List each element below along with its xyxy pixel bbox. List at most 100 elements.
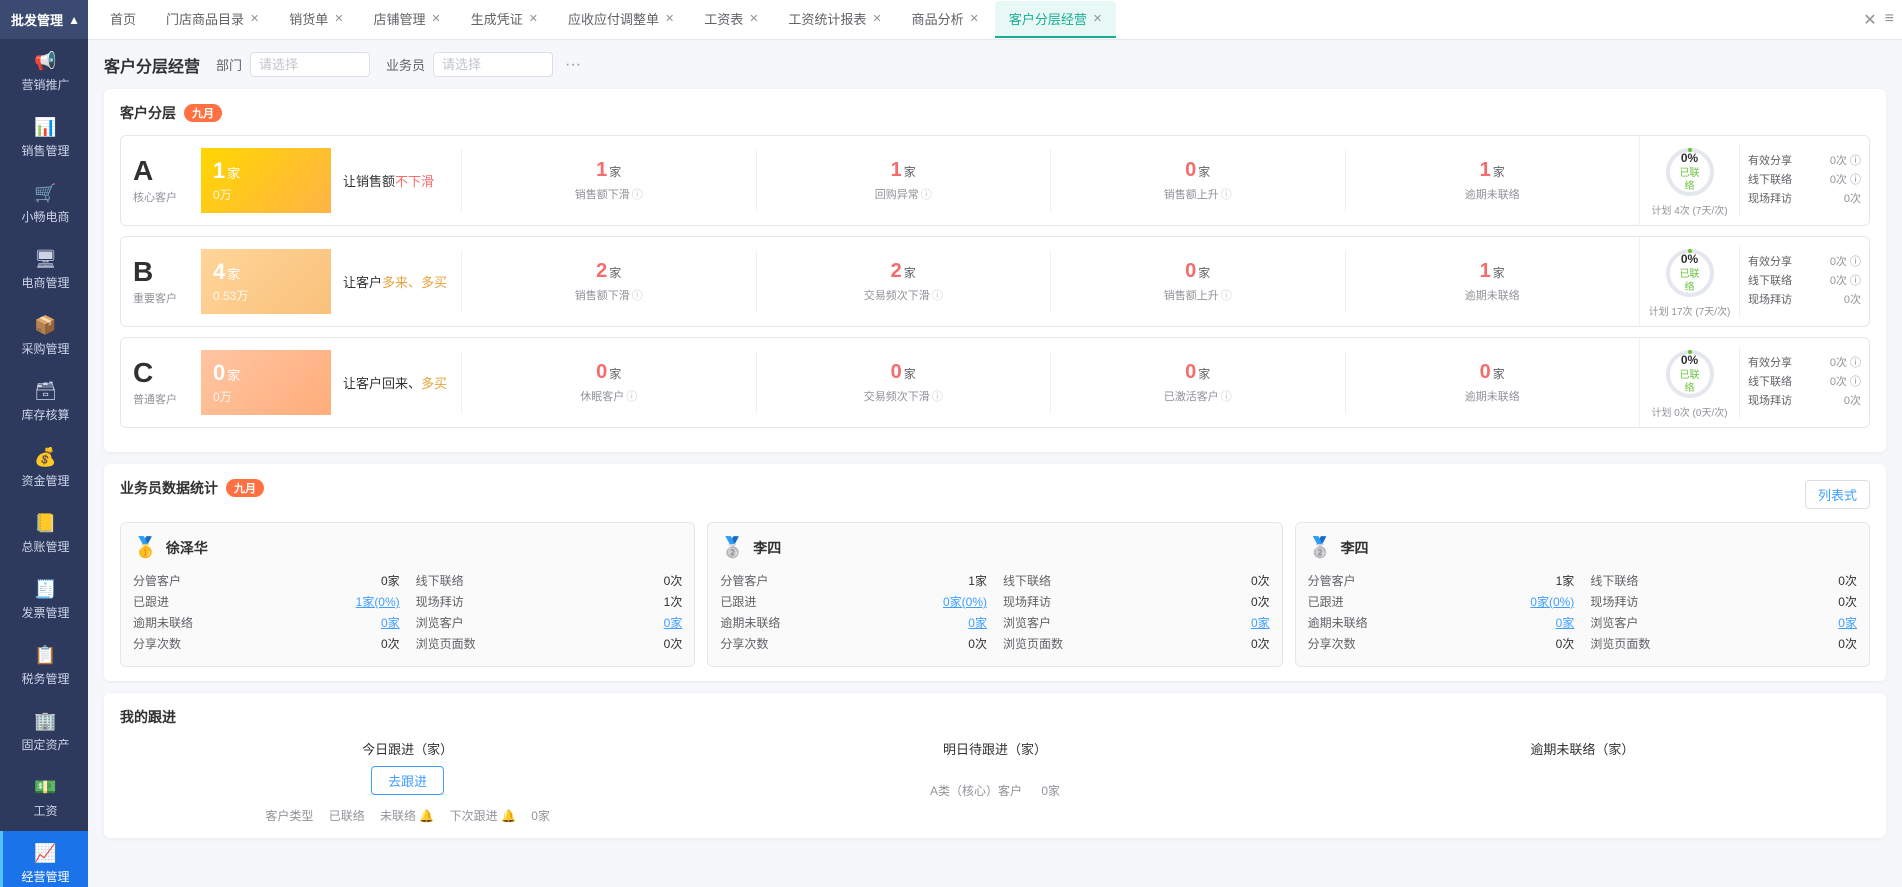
purchase-icon: 📦 [7, 315, 84, 336]
tier-c-stats: 0家 休眠客户 ⓘ 0家 交易频次下滑 ⓘ 0家 已激活客户 ⓘ 0家 逾期未联… [461, 351, 1639, 414]
tier-c-stat-0: 0家 休眠客户 ⓘ [461, 351, 756, 414]
tier-a-row: A 核心客户 1家 0万 让销售额不下滑 1家 销售额下滑 ⓘ 1家 [120, 135, 1870, 226]
tier-c-stat-1: 0家 交易频次下滑 ⓘ [756, 351, 1051, 414]
tab-product-analysis[interactable]: 商品分析 ✕ [898, 1, 993, 38]
sidebar-item-fixed-assets[interactable]: 🏢固定资产 [0, 699, 88, 765]
tab-ar-ap[interactable]: 应收应付调整单 ✕ [554, 1, 688, 38]
page-header: 客户分层经营 部门 请选择 业务员 请选择 ··· [104, 52, 1886, 77]
tier-c-suggestion: 让客户回来、多买 [331, 363, 461, 402]
more-options-button[interactable]: ··· [561, 56, 585, 74]
tier-c-count-block: 0家 0万 [201, 350, 331, 415]
sidebar-item-purchase[interactable]: 📦采购管理 [0, 303, 88, 369]
tab-close-ar-ap[interactable]: ✕ [665, 12, 674, 25]
tab-close-payroll-report[interactable]: ✕ [872, 12, 881, 25]
sidebar-item-marketing[interactable]: 📢营销推广 [0, 39, 88, 105]
page-content: 客户分层经营 部门 请选择 业务员 请选择 ··· 客户分层 九月 [88, 40, 1902, 887]
tier-b-stat-0: 2家 销售额下滑 ⓘ [461, 250, 756, 313]
biz-stats-section: 业务员数据统计 九月 列表式 🥇 徐泽华 分管客户0家 已跟进1家(0%) [104, 464, 1886, 681]
tab-payroll[interactable]: 工资表 ✕ [690, 1, 772, 38]
tab-payroll-report[interactable]: 工资统计报表 ✕ [774, 1, 895, 38]
tier-b-row: B 重要客户 4家 0.53万 让客户多来、多买 2家 销售额下滑 ⓘ 2 [120, 236, 1870, 327]
sales-filter-group: 业务员 请选择 ··· [386, 52, 585, 77]
dept-filter-select[interactable]: 请选择 [250, 52, 370, 77]
tab-prev-icon[interactable]: ✕ [1863, 10, 1876, 30]
sidebar-item-ecom-small[interactable]: 🛒小畅电商 [0, 171, 88, 237]
salesman-2-stats: 分管客户1家 已跟进0家(0%) 逾期未联络0家 分享次数0次 线下联络0次 现… [1308, 570, 1857, 654]
medal-gold-icon: 🥇 [133, 535, 158, 560]
sidebar-item-salary[interactable]: 💵工资 [0, 765, 88, 831]
tab-home[interactable]: 首页 [96, 1, 150, 38]
tier-c-label: C 普通客户 [121, 349, 201, 417]
list-view-button[interactable]: 列表式 [1805, 480, 1870, 509]
dept-filter-group: 部门 请选择 [216, 52, 370, 77]
customer-month-badge: 九月 [184, 104, 222, 122]
fixed-assets-icon: 🏢 [7, 711, 84, 732]
biz-month-badge: 九月 [226, 479, 264, 497]
sidebar-item-tax[interactable]: 📋税务管理 [0, 633, 88, 699]
tier-b-circle: 0% 已联络 计划 17次 (7天/次) [1639, 237, 1739, 326]
tier-a-stat-3: 1家 逾期未联络 [1345, 149, 1640, 212]
tier-b-stats: 2家 销售额下滑 ⓘ 2家 交易频次下滑 ⓘ 0家 销售额上升 ⓘ 1家 逾期未… [461, 250, 1639, 313]
tab-customer-tier[interactable]: 客户分层经营 ✕ [995, 1, 1116, 38]
tier-b-right-stats: 有效分享0次 ⓘ 线下联络0次 ⓘ 现场拜访0次 [1739, 245, 1869, 318]
tab-controls: ✕ ≡ [1863, 10, 1894, 30]
tier-a-stat-2: 0家 销售额上升 ⓘ [1050, 149, 1345, 212]
tab-voucher[interactable]: 生成凭证 ✕ [457, 1, 552, 38]
tab-close-store-mgmt[interactable]: ✕ [432, 12, 441, 25]
sales-filter-select[interactable]: 请选择 [433, 52, 553, 77]
dept-filter-label: 部门 [216, 55, 242, 74]
tab-bar: 首页 门店商品目录 ✕ 销货单 ✕ 店铺管理 ✕ 生成凭证 ✕ 应收应付调整单 … [88, 0, 1902, 40]
tier-b-stat-1: 2家 交易频次下滑 ⓘ [756, 250, 1051, 313]
salesman-0-stats: 分管客户0家 已跟进1家(0%) 逾期未联络0家 分享次数0次 线下联络0次 现… [133, 570, 682, 654]
tab-menu-icon[interactable]: ≡ [1885, 10, 1894, 30]
page-title: 客户分层经营 [104, 53, 200, 77]
tab-close-product-analysis[interactable]: ✕ [970, 12, 979, 25]
sidebar-item-management[interactable]: 📈经营管理 [0, 831, 88, 887]
sales-icon: 📊 [7, 117, 84, 138]
medal-bronze-icon: 🥈 [1308, 535, 1333, 560]
tier-b-suggestion: 让客户多来、多买 [331, 262, 461, 301]
tier-a-circle: 0% 已联络 计划 4次 (7天/次) [1639, 136, 1739, 225]
sidebar-item-sales[interactable]: 📊销售管理 [0, 105, 88, 171]
sidebar-item-invoice[interactable]: 🧾发票管理 [0, 567, 88, 633]
sales-filter-label: 业务员 [386, 55, 425, 74]
salesman-card-2: 🥈 李四 分管客户1家 已跟进0家(0%) 逾期未联络0家 分享次数0次 线下联… [1295, 522, 1870, 667]
tab-close-payroll[interactable]: ✕ [749, 12, 758, 25]
main-area: 首页 门店商品目录 ✕ 销货单 ✕ 店铺管理 ✕ 生成凭证 ✕ 应收应付调整单 … [88, 0, 1902, 887]
tier-b-stat-2: 0家 销售额上升 ⓘ [1050, 250, 1345, 313]
tab-close-customer-tier[interactable]: ✕ [1093, 12, 1102, 25]
ecom-small-icon: 🛒 [7, 183, 84, 204]
sidebar-item-ecom[interactable]: 🖥电商管理 [0, 237, 88, 303]
salesman-grid: 🥇 徐泽华 分管客户0家 已跟进1家(0%) 逾期未联络0家 分享次数0次 线下… [120, 522, 1870, 667]
sidebar-item-wholesale[interactable]: 批发管理 ▲ [0, 0, 88, 39]
sidebar: 批发管理 ▲ 📢营销推广 📊销售管理 🛒小畅电商 🖥电商管理 📦采购管理 🗃库存… [0, 0, 88, 887]
salesman-card-1: 🥈 李四 分管客户1家 已跟进0家(0%) 逾期未联络0家 分享次数0次 线下联… [707, 522, 1282, 667]
salary-icon: 💵 [7, 777, 84, 798]
marketing-icon: 📢 [7, 51, 84, 72]
tier-c-row: C 普通客户 0家 0万 让客户回来、多买 0家 休眠客户 ⓘ 0家 [120, 337, 1870, 428]
salesman-card-0: 🥇 徐泽华 分管客户0家 已跟进1家(0%) 逾期未联络0家 分享次数0次 线下… [120, 522, 695, 667]
biz-section-title: 业务员数据统计 九月 [120, 478, 264, 498]
inventory-icon: 🗃 [7, 381, 84, 402]
tier-c-circle: 0% 已联络 计划 0次 (0天/次) [1639, 338, 1739, 427]
tab-close-voucher[interactable]: ✕ [529, 12, 538, 25]
tier-a-stat-1: 1家 回购异常 ⓘ [756, 149, 1051, 212]
followup-overdue: 逾期未联络（家） [1295, 739, 1870, 824]
tier-c-stat-3: 0家 逾期未联络 [1345, 351, 1640, 414]
tax-icon: 📋 [7, 645, 84, 666]
goto-followup-button[interactable]: 去跟进 [371, 766, 444, 795]
ecom-icon: 🖥 [7, 249, 84, 270]
followup-section-title: 我的跟进 [120, 707, 1870, 727]
tab-close-store-products[interactable]: ✕ [250, 12, 259, 25]
tier-a-count-block: 1家 0万 [201, 148, 331, 213]
tier-b-label: B 重要客户 [121, 248, 201, 316]
tab-store-mgmt[interactable]: 店铺管理 ✕ [359, 1, 454, 38]
tab-store-products[interactable]: 门店商品目录 ✕ [152, 1, 273, 38]
sidebar-item-ledger[interactable]: 📒总账管理 [0, 501, 88, 567]
sidebar-item-finance[interactable]: 💰资金管理 [0, 435, 88, 501]
customer-tier-section: 客户分层 九月 A 核心客户 1家 0万 让销售额不下滑 1家 [104, 89, 1886, 452]
tab-close-sales-order[interactable]: ✕ [334, 12, 343, 25]
followup-grid: 今日跟进（家） 去跟进 客户类型 已联络 未联络 🔔 下次跟进 🔔 0家 明日待… [120, 739, 1870, 824]
sidebar-item-inventory[interactable]: 🗃库存核算 [0, 369, 88, 435]
tab-sales-order[interactable]: 销货单 ✕ [275, 1, 357, 38]
